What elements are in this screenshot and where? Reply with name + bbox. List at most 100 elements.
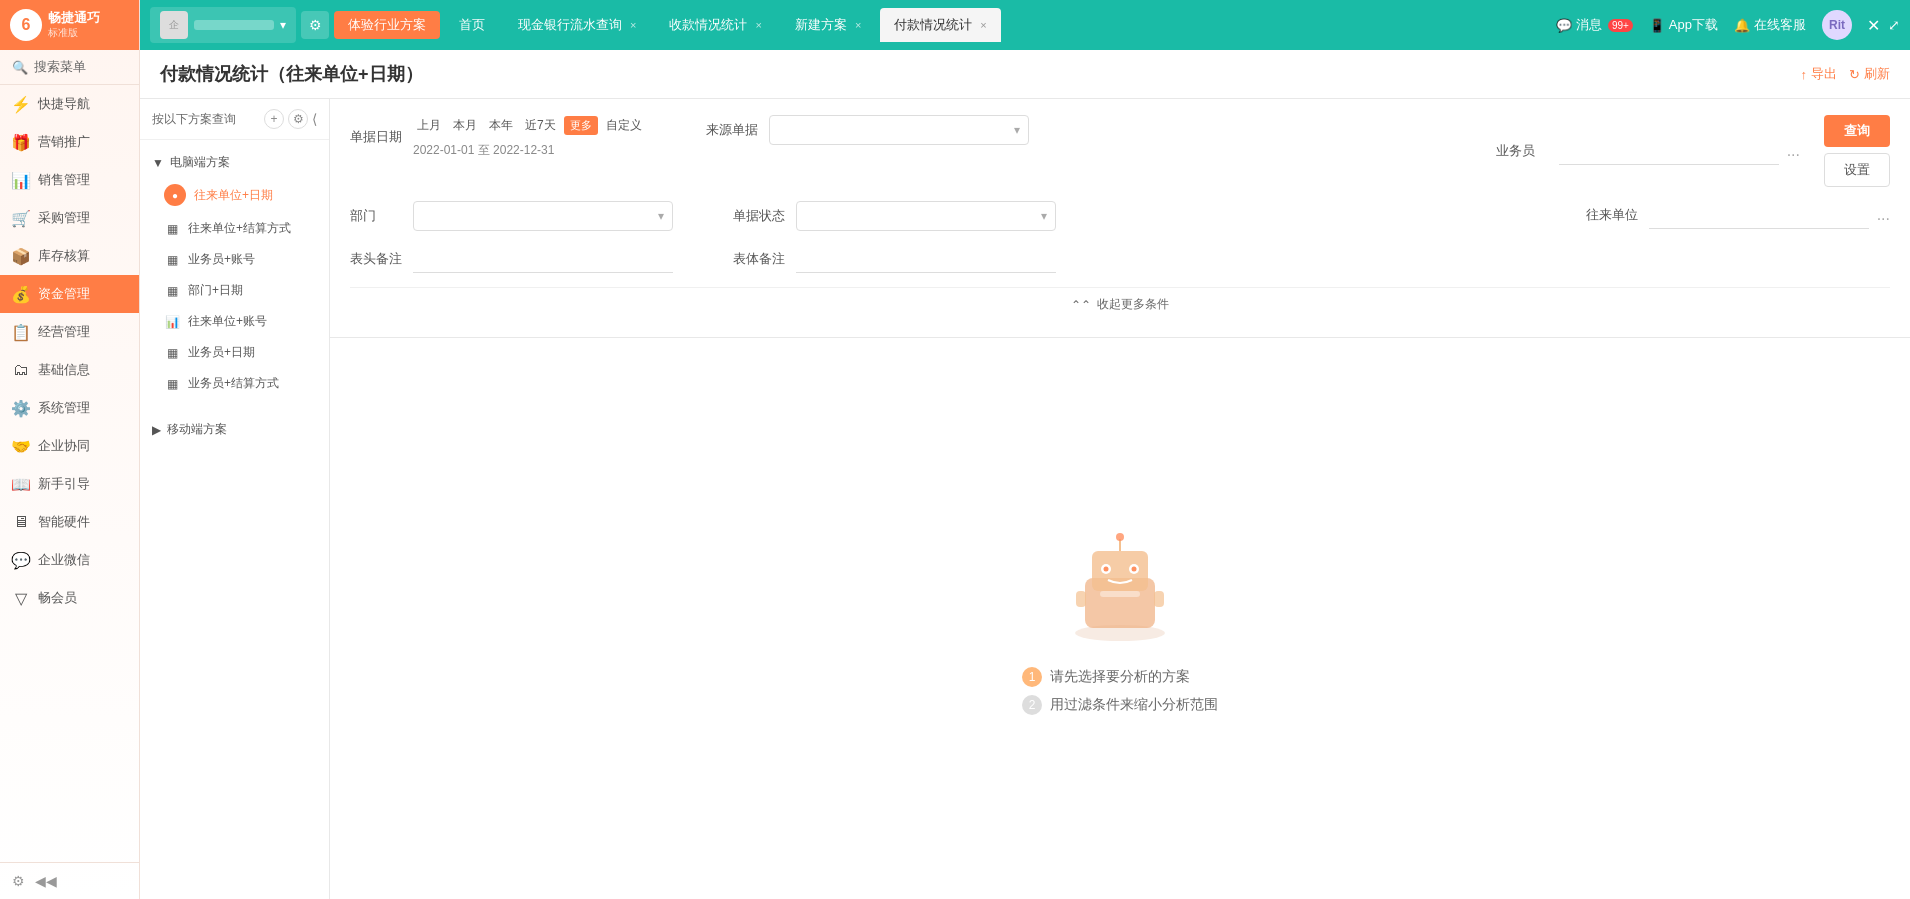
date-option-thisyear[interactable]: 本年 xyxy=(485,115,517,136)
refresh-button[interactable]: ↻ 刷新 xyxy=(1849,65,1890,83)
chevron-up-icon: ⌃⌃ xyxy=(1071,298,1091,312)
empty-tip-1: 1 请先选择要分析的方案 xyxy=(1022,667,1218,687)
status-select[interactable]: ▾ xyxy=(796,201,1056,231)
tab-newschema-close[interactable]: × xyxy=(855,19,861,31)
svg-point-5 xyxy=(1104,566,1109,571)
wechat-icon: 💬 xyxy=(12,551,30,569)
dept-select[interactable]: ▾ xyxy=(413,201,673,231)
tab-home[interactable]: 首页 xyxy=(445,8,499,42)
empty-state: 1 请先选择要分析的方案 2 用过滤条件来缩小分析范围 xyxy=(330,338,1910,899)
schema-item-staff-date[interactable]: ▦ 业务员+日期 xyxy=(140,337,329,368)
sidebar-item-guide[interactable]: 📖 新手引导 xyxy=(0,465,139,503)
schema-item-label: 往来单位+结算方式 xyxy=(188,220,291,237)
purchase-icon: 🛒 xyxy=(12,209,30,227)
filter-row-3: 表头备注 表体备注 xyxy=(350,245,1890,273)
filter-area: 单据日期 上月 本月 本年 近7天 更多 自定义 2022-01-01 至 20… xyxy=(330,99,1910,338)
schema-item-unit-date[interactable]: ● 往来单位+日期 xyxy=(140,177,329,213)
schema-item-unit-account[interactable]: 📊 往来单位+账号 xyxy=(140,306,329,337)
topbar-actions: 💬 消息 99+ 📱 App下载 🔔 在线客服 Rit xyxy=(1556,10,1852,40)
settings-gear-button[interactable]: ⚙ xyxy=(301,11,329,39)
add-schema-button[interactable]: + xyxy=(264,109,284,129)
message-icon: 💬 xyxy=(1556,18,1572,33)
body-note-filter-item: 表体备注 xyxy=(733,245,1056,273)
company-dropdown-icon[interactable]: ▾ xyxy=(280,18,286,32)
app-download-button[interactable]: 📱 App下载 xyxy=(1649,16,1718,34)
user-avatar[interactable]: Rit xyxy=(1822,10,1852,40)
tab-payment-close[interactable]: × xyxy=(980,19,986,31)
online-service-button[interactable]: 🔔 在线客服 xyxy=(1734,16,1806,34)
date-filter-item: 单据日期 上月 本月 本年 近7天 更多 自定义 2022-01-01 至 20… xyxy=(350,115,646,159)
date-option-more[interactable]: 更多 xyxy=(564,116,598,135)
sidebar-nav: ⚡ 快捷导航 🎁 营销推广 📊 销售管理 🛒 采购管理 📦 库存核算 💰 资金管… xyxy=(0,85,139,862)
sidebar-item-hardware[interactable]: 🖥 智能硬件 xyxy=(0,503,139,541)
desktop-section-title[interactable]: ▼ 电脑端方案 xyxy=(140,148,329,177)
date-option-7days[interactable]: 近7天 xyxy=(521,115,560,136)
tab-newschema[interactable]: 新建方案 × xyxy=(781,8,875,42)
tab-receivable-close[interactable]: × xyxy=(755,19,761,31)
desktop-section-label: 电脑端方案 xyxy=(170,154,230,171)
marketing-icon: 🎁 xyxy=(12,133,30,151)
sidebar-item-capital[interactable]: 💰 资金管理 xyxy=(0,275,139,313)
setting-button[interactable]: 设置 xyxy=(1824,153,1890,187)
grid-icon: ▦ xyxy=(164,283,180,299)
sidebar-item-sales[interactable]: 📊 销售管理 xyxy=(0,161,139,199)
gear-schema-button[interactable]: ⚙ xyxy=(288,109,308,129)
sidebar-item-operation[interactable]: 📋 经营管理 xyxy=(0,313,139,351)
sidebar-item-quicknav[interactable]: ⚡ 快捷导航 xyxy=(0,85,139,123)
date-option-lastmonth[interactable]: 上月 xyxy=(413,115,445,136)
chart-icon: 📊 xyxy=(164,314,180,330)
unit-filter-dots[interactable]: ... xyxy=(1877,206,1890,224)
left-panel-title: 按以下方案查询 xyxy=(152,111,236,128)
schema-item-staff-account[interactable]: ▦ 业务员+账号 xyxy=(140,244,329,275)
date-filter-label: 单据日期 xyxy=(350,128,405,146)
date-option-custom[interactable]: 自定义 xyxy=(602,115,646,136)
inventory-icon: 📦 xyxy=(12,247,30,265)
schema-item-label: 往来单位+日期 xyxy=(194,187,273,204)
sidebar: 6 畅捷通巧 标准版 🔍 搜索菜单 ⚡ 快捷导航 🎁 营销推广 📊 销售管理 🛒… xyxy=(0,0,140,899)
sidebar-item-label: 畅会员 xyxy=(38,589,77,607)
collapse-sidebar-icon[interactable]: ◀◀ xyxy=(35,873,57,889)
sidebar-item-label: 资金管理 xyxy=(38,285,90,303)
message-button[interactable]: 💬 消息 99+ xyxy=(1556,16,1633,34)
tab-cashflow-label: 现金银行流水查询 xyxy=(518,16,622,34)
search-menu[interactable]: 🔍 搜索菜单 xyxy=(0,50,139,85)
sidebar-item-wechat[interactable]: 💬 企业微信 xyxy=(0,541,139,579)
mobile-section-label: 移动端方案 xyxy=(167,421,227,438)
schema-item-unit-settle[interactable]: ▦ 往来单位+结算方式 xyxy=(140,213,329,244)
sidebar-item-member[interactable]: ▽ 畅会员 xyxy=(0,579,139,617)
collapse-conditions-button[interactable]: ⌃⌃ 收起更多条件 xyxy=(350,287,1890,321)
sidebar-item-inventory[interactable]: 📦 库存核算 xyxy=(0,237,139,275)
staff-filter-dots[interactable]: ... xyxy=(1787,142,1800,160)
sidebar-item-label: 快捷导航 xyxy=(38,95,90,113)
sidebar-item-system[interactable]: ⚙️ 系统管理 xyxy=(0,389,139,427)
mobile-section-title[interactable]: ▶ 移动端方案 xyxy=(140,415,329,444)
unit-filter-label: 往来单位 xyxy=(1586,206,1641,224)
sidebar-item-basic[interactable]: 🗂 基础信息 xyxy=(0,351,139,389)
tab-cashflow[interactable]: 现金银行流水查询 × xyxy=(504,8,650,42)
window-close-icon[interactable]: ✕ xyxy=(1867,16,1880,35)
staff-filter-item: 业务员 ... 查询 设置 xyxy=(1496,115,1890,187)
schema-item-staff-settle[interactable]: ▦ 业务员+结算方式 xyxy=(140,368,329,399)
window-maximize-icon[interactable]: ⤢ xyxy=(1888,17,1900,33)
tab-payment[interactable]: 付款情况统计 × xyxy=(880,8,1000,42)
tab-cashflow-close[interactable]: × xyxy=(630,19,636,31)
filter-row-1: 单据日期 上月 本月 本年 近7天 更多 自定义 2022-01-01 至 20… xyxy=(350,115,1890,187)
sidebar-item-purchase[interactable]: 🛒 采购管理 xyxy=(0,199,139,237)
settings-icon[interactable]: ⚙ xyxy=(12,873,25,889)
tab-receivable-label: 收款情况统计 xyxy=(669,16,747,34)
schema-item-dept-date[interactable]: ▦ 部门+日期 xyxy=(140,275,329,306)
export-button[interactable]: ↑ 导出 xyxy=(1801,65,1838,83)
collapse-panel-icon[interactable]: ⟨ xyxy=(312,111,317,127)
dept-filter-label: 部门 xyxy=(350,207,405,225)
source-select[interactable]: ▾ xyxy=(769,115,1029,145)
trial-button[interactable]: 体验行业方案 xyxy=(334,11,440,39)
sidebar-item-marketing[interactable]: 🎁 营销推广 xyxy=(0,123,139,161)
tab-receivable[interactable]: 收款情况统计 × xyxy=(655,8,775,42)
left-panel: 按以下方案查询 + ⚙ ⟨ ▼ 电脑端方案 ● 往来单位+日期 xyxy=(140,99,330,899)
page-header: 付款情况统计（往来单位+日期） ↑ 导出 ↻ 刷新 xyxy=(140,50,1910,99)
query-button[interactable]: 查询 xyxy=(1824,115,1890,147)
search-menu-label: 搜索菜单 xyxy=(34,58,86,76)
date-option-thismonth[interactable]: 本月 xyxy=(449,115,481,136)
source-filter-label: 来源单据 xyxy=(706,121,761,139)
sidebar-item-enterprise[interactable]: 🤝 企业协同 xyxy=(0,427,139,465)
